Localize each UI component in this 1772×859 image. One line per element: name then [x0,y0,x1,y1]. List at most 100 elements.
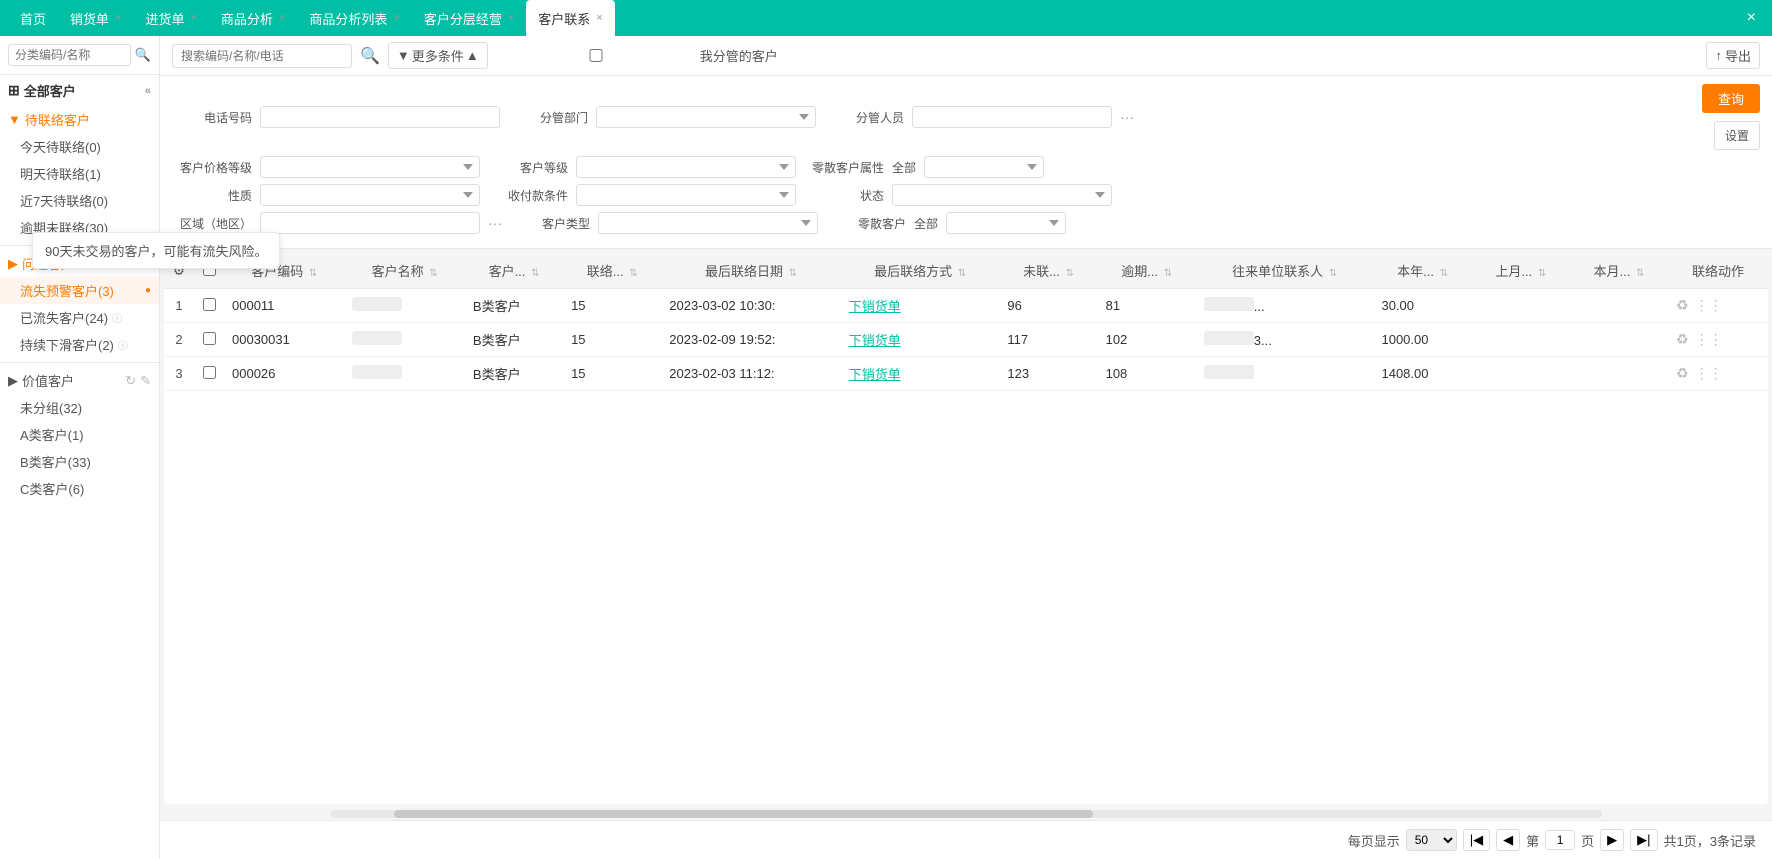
row2-method-link[interactable]: 下销货单 [849,333,901,348]
row3-actions: ♻ ⋮⋮ [1668,357,1768,391]
col-last-date[interactable]: 最后联络日期 ⇅ [661,253,841,289]
nav-customer-layer[interactable]: 客户分层经营 × [412,0,526,36]
sort-icon-person: ⇅ [1329,268,1337,279]
last-page-button[interactable]: ▶| [1630,829,1657,851]
dept-select[interactable] [596,106,816,128]
col-last-month[interactable]: 上月... ⇅ [1472,253,1570,289]
row2-checkbox [194,323,224,357]
refresh-icon[interactable]: ↻ [125,373,136,389]
nav-close-sales[interactable]: × [115,12,121,24]
row3-contact-icon[interactable]: ♻ [1676,365,1689,382]
query-button[interactable]: 查询 [1702,84,1760,113]
row1-last-method[interactable]: 下销货单 [841,289,1000,323]
row1-method-link[interactable]: 下销货单 [849,299,901,314]
col-name[interactable]: 客户名称 ⇅ [344,253,464,289]
sidebar-all-customers[interactable]: ⊞ 全部客户 « [0,75,159,106]
nav-purchase[interactable]: 进货单 × [133,0,208,36]
window-close-icon[interactable]: × [1739,9,1764,27]
sidebar-item-class-a[interactable]: A类客户(1) [0,421,159,448]
nav-close-purchase[interactable]: × [190,12,196,24]
nav-home[interactable]: 首页 [8,0,58,36]
row3-num: 3 [164,357,194,391]
row3-check[interactable] [203,366,216,379]
search-button-icon[interactable]: 🔍 [360,46,380,66]
gender-select[interactable] [260,184,480,206]
payment-select[interactable] [576,184,796,206]
nav-customer-contact[interactable]: 客户联系 × [526,0,614,36]
chevron-up-icon: ▲ [466,48,479,63]
row2-contact-icon[interactable]: ♻ [1676,331,1689,348]
edit-icon[interactable]: ✎ [140,373,151,389]
zero-customer-select[interactable] [946,212,1066,234]
next-page-button[interactable]: ▶ [1600,829,1624,851]
search-input[interactable] [172,44,352,68]
horizontal-scrollbar[interactable] [160,808,1772,820]
sidebar-item-7days[interactable]: 近7天待联络(0) [0,187,159,214]
person-more-icon[interactable]: ··· [1120,109,1134,125]
scrollbar-track [330,810,1602,818]
row1-contact-icon[interactable]: ♻ [1676,297,1689,314]
region-more-icon[interactable]: ··· [488,215,502,231]
main-layout: 🔍 ⊞ 全部客户 « ▼ 待联络客户 今天待联络(0) 明天待联络(1) 近7天… [0,36,1772,859]
export-button[interactable]: ↑ 导出 [1706,42,1760,69]
page-number-input[interactable] [1545,830,1575,850]
col-last-method[interactable]: 最后联络方式 ⇅ [841,253,1000,289]
sidebar-item-tomorrow[interactable]: 明天待联络(1) [0,160,159,187]
more-filter-button[interactable]: ▼ 更多条件 ▲ [388,42,488,69]
sidebar-item-churn-warning[interactable]: 流失预警客户(3) ● [0,277,159,304]
row3-this-year: 1408.00 [1373,357,1471,391]
customer-grade-select[interactable] [576,156,796,178]
col-this-year[interactable]: 本年... ⇅ [1373,253,1471,289]
row2-last-method[interactable]: 下销货单 [841,323,1000,357]
phone-input[interactable] [260,106,500,128]
nav-sales[interactable]: 销货单 × [58,0,133,36]
sidebar-group-pending[interactable]: ▼ 待联络客户 [0,106,159,133]
sidebar-item-class-b[interactable]: B类客户(33) [0,448,159,475]
sidebar-item-ungroup[interactable]: 未分组(32) [0,394,159,421]
nav-close-customer-layer[interactable]: × [508,12,514,24]
col-overdue[interactable]: 逾期... ⇅ [1098,253,1196,289]
nav-close-customer-contact[interactable]: × [596,12,602,24]
divider2 [0,362,159,363]
row2-check[interactable] [203,332,216,345]
row3-last-method[interactable]: 下销货单 [841,357,1000,391]
col-this-month[interactable]: 本月... ⇅ [1570,253,1668,289]
sidebar-item-today[interactable]: 今天待联络(0) [0,133,159,160]
col-not-contacted[interactable]: 未联... ⇅ [999,253,1097,289]
my-customer-check[interactable] [496,49,696,62]
prev-page-button[interactable]: ◀ [1496,829,1520,851]
sidebar-item-class-c[interactable]: C类客户(6) [0,475,159,502]
row3-more-icon[interactable]: ⋮⋮ [1695,365,1723,382]
nav-product-analysis-list[interactable]: 商品分析列表 × [297,0,411,36]
person-input[interactable] [912,106,1112,128]
col-contact-person[interactable]: 往来单位联系人 ⇅ [1196,253,1374,289]
nav-product-analysis[interactable]: 商品分析 × [209,0,297,36]
price-grade-select[interactable] [260,156,480,178]
sidebar-search-icon[interactable]: 🔍 [135,47,151,63]
sidebar-search-input[interactable] [8,44,131,66]
col-type[interactable]: 客户... ⇅ [465,253,563,289]
nav-close-product-analysis-list[interactable]: × [393,12,399,24]
region-input[interactable] [260,212,480,234]
status-select[interactable] [892,184,1112,206]
row1-more-icon[interactable]: ⋮⋮ [1695,297,1723,314]
row2-more-icon[interactable]: ⋮⋮ [1695,331,1723,348]
settings-button[interactable]: 设置 [1714,121,1760,150]
sidebar-item-declining[interactable]: 持续下滑客户(2) ⓘ [0,331,159,358]
sidebar-group-value[interactable]: ▶ 价值客户 ↻ ✎ [0,367,159,394]
first-page-button[interactable]: |◀ [1463,829,1490,851]
my-customer-checkbox[interactable]: 我分管的客户 [496,46,778,65]
row2-name [344,323,464,357]
col-contact-count[interactable]: 联络... ⇅ [563,253,661,289]
zero-customer-label: 零散客户 [826,215,906,232]
row3-method-link[interactable]: 下销货单 [849,367,901,382]
nav-close-product-analysis[interactable]: × [279,12,285,24]
collapse-icon[interactable]: « [145,85,151,97]
zero-attr-select[interactable] [924,156,1044,178]
row1-action-icons: ♻ ⋮⋮ [1676,297,1760,314]
scrollbar-thumb[interactable] [394,810,1094,818]
per-page-select[interactable]: 50 20 100 [1406,829,1457,851]
sidebar-item-churned[interactable]: 已流失客户(24) ⓘ [0,304,159,331]
customer-type-select[interactable] [598,212,818,234]
row1-check[interactable] [203,298,216,311]
